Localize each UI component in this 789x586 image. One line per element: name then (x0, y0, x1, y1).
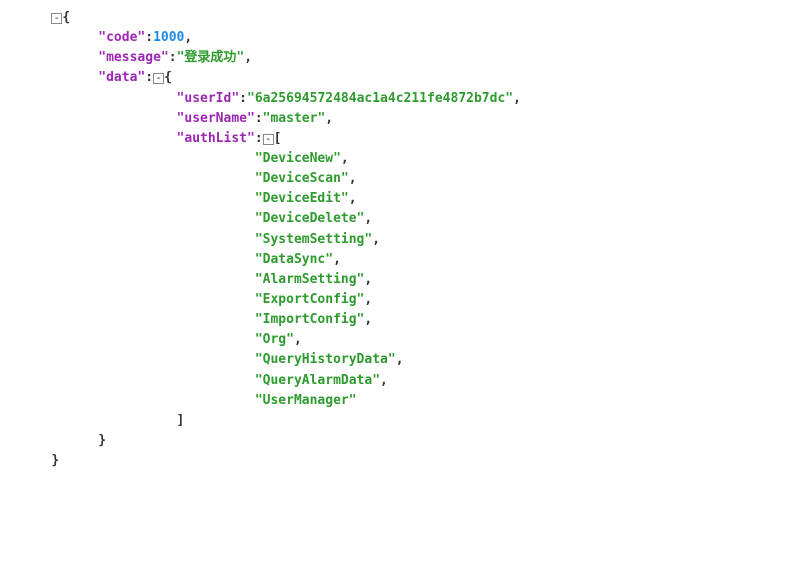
brace-open: { (62, 10, 70, 25)
json-root-open: -{ (20, 8, 769, 28)
auth-list-value: "ExportConfig" (255, 292, 365, 307)
auth-list-value: "QueryAlarmData" (255, 373, 380, 388)
brace-close: } (51, 453, 59, 468)
json-row-message: "message":"登录成功", (20, 48, 769, 68)
auth-list-value: "AlarmSetting" (255, 272, 365, 287)
key-code: code (106, 30, 137, 45)
json-row-data-close: } (20, 431, 769, 451)
auth-list-value: "DeviceDelete" (255, 211, 365, 226)
auth-list-value: "DeviceScan" (255, 171, 349, 186)
key-userId: userId (184, 91, 231, 106)
auth-list-value: "Org" (255, 332, 294, 347)
bracket-close: ] (177, 413, 185, 428)
value-message: 登录成功 (184, 50, 236, 65)
auth-list-value: "UserManager" (255, 393, 357, 408)
auth-list-value: "DeviceEdit" (255, 191, 349, 206)
auth-list-item: "DeviceNew", (20, 149, 769, 169)
bracket-open: [ (274, 131, 282, 146)
value-userName: master (270, 111, 317, 126)
auth-list-items: "DeviceNew", "DeviceScan", "DeviceEdit",… (20, 149, 769, 411)
key-data: data (106, 70, 137, 85)
json-viewer: -{ "code":1000, "message":"登录成功", "data"… (20, 8, 769, 471)
auth-list-item: "DataSync", (20, 250, 769, 270)
auth-list-value: "DeviceNew" (255, 151, 341, 166)
json-row-authList-close: ] (20, 411, 769, 431)
auth-list-value: "QueryHistoryData" (255, 352, 396, 367)
auth-list-value: "DataSync" (255, 252, 333, 267)
auth-list-item: "DeviceDelete", (20, 209, 769, 229)
auth-list-item: "ExportConfig", (20, 290, 769, 310)
auth-list-item: "Org", (20, 330, 769, 350)
key-userName: userName (184, 111, 247, 126)
auth-list-item: "QueryAlarmData", (20, 371, 769, 391)
auth-list-item: "ImportConfig", (20, 310, 769, 330)
json-row-data-open: "data":-{ (20, 68, 769, 88)
auth-list-item: "AlarmSetting", (20, 270, 769, 290)
auth-list-item: "QueryHistoryData", (20, 350, 769, 370)
value-userId: 6a25694572484ac1a4c211fe4872b7dc (255, 91, 505, 106)
auth-list-item: "DeviceEdit", (20, 189, 769, 209)
json-row-authList-open: "authList":-[ (20, 129, 769, 149)
auth-list-item: "SystemSetting", (20, 230, 769, 250)
key-message: message (106, 50, 161, 65)
toggle-icon[interactable]: - (51, 13, 62, 24)
auth-list-item: "DeviceScan", (20, 169, 769, 189)
json-row-userId: "userId":"6a25694572484ac1a4c211fe4872b7… (20, 89, 769, 109)
brace-close: } (98, 433, 106, 448)
brace-open: { (164, 70, 172, 85)
toggle-icon[interactable]: - (153, 73, 164, 84)
json-row-userName: "userName":"master", (20, 109, 769, 129)
key-authList: authList (184, 131, 247, 146)
auth-list-value: "ImportConfig" (255, 312, 365, 327)
value-code: 1000 (153, 30, 184, 45)
auth-list-item: "UserManager" (20, 391, 769, 411)
toggle-icon[interactable]: - (263, 134, 274, 145)
json-row-code: "code":1000, (20, 28, 769, 48)
auth-list-value: "SystemSetting" (255, 232, 372, 247)
json-root-close: } (20, 451, 769, 471)
